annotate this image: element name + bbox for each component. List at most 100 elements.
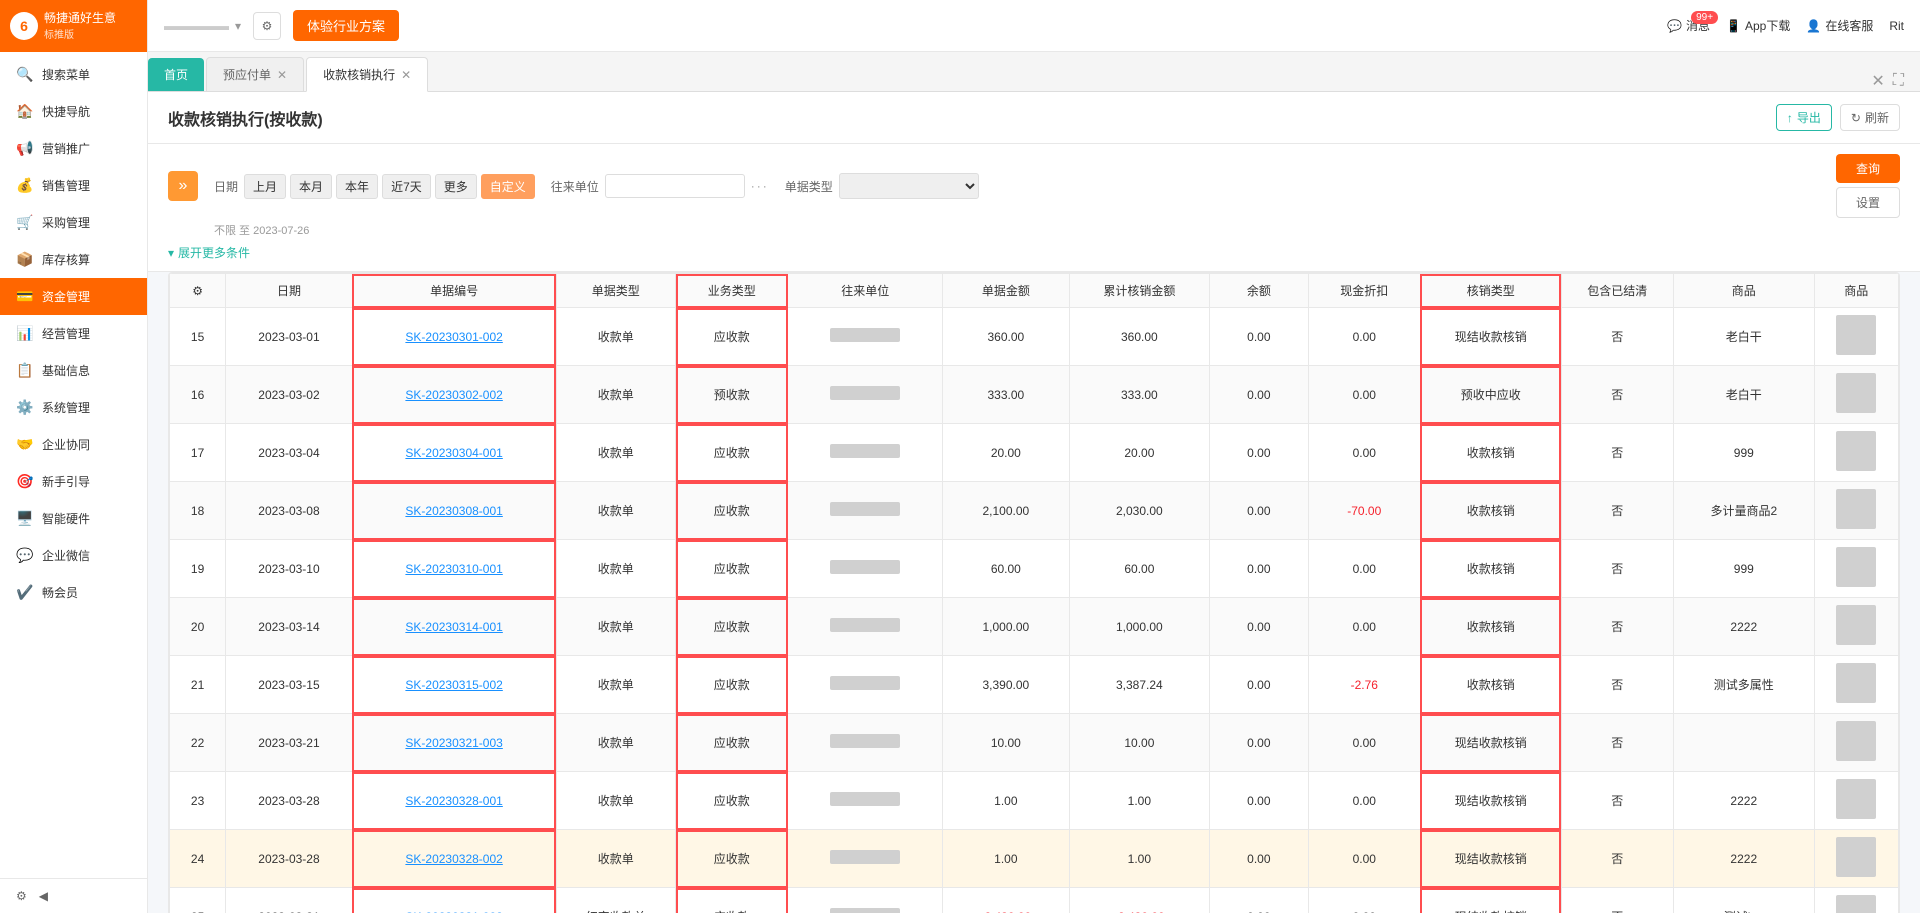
tab-home[interactable]: 首页 xyxy=(148,58,204,91)
sidebar-item-search[interactable]: 🔍 搜索菜单 xyxy=(0,56,147,93)
export-button[interactable]: ↑ 导出 xyxy=(1776,104,1832,131)
filter-settings-button[interactable]: 设置 xyxy=(1836,187,1900,218)
sidebar-item-operation[interactable]: 📊 经营管理 xyxy=(0,315,147,352)
table-row: 19 2023-03-10 SK-20230310-001 收款单 应收款 60… xyxy=(170,540,1899,598)
docno-link[interactable]: SK-20230308-001 xyxy=(405,504,502,518)
tab-prepay-close-icon[interactable]: ✕ xyxy=(277,68,287,82)
td-balance: 0.00 xyxy=(1210,772,1308,830)
sidebar-item-marketing[interactable]: 📢 营销推广 xyxy=(0,130,147,167)
topbar-gear-button[interactable]: ⚙ xyxy=(253,12,281,40)
sidebar-item-finance[interactable]: 💳 资金管理 xyxy=(0,278,147,315)
wechat-icon: 💬 xyxy=(16,547,34,564)
refresh-button[interactable]: ↻ 刷新 xyxy=(1840,104,1900,131)
filter-partner-label: 往来单位 xyxy=(551,178,599,195)
tab-writeoff-close-icon[interactable]: ✕ xyxy=(401,68,411,82)
tab-prepay[interactable]: 预应付单 ✕ xyxy=(206,57,304,91)
sidebar-label-shortcut: 快捷导航 xyxy=(42,103,90,120)
filter-bar: » 日期 上月 本月 本年 近7天 更多 自定义 往来单位 xyxy=(148,144,1920,272)
sidebar-item-system[interactable]: ⚙️ 系统管理 xyxy=(0,389,147,426)
td-goods: 2222 xyxy=(1674,830,1815,888)
filter-date-thisyear[interactable]: 本年 xyxy=(336,174,378,199)
sidebar-item-inventory[interactable]: 📦 库存核算 xyxy=(0,241,147,278)
table-body: 15 2023-03-01 SK-20230301-002 收款单 应收款 36… xyxy=(170,308,1899,913)
td-partner xyxy=(788,540,943,598)
td-balance: 0.00 xyxy=(1210,366,1308,424)
td-amount: 1.00 xyxy=(943,772,1070,830)
docno-link[interactable]: SK-20230302-002 xyxy=(405,388,502,402)
td-partner xyxy=(788,366,943,424)
expand-more-conditions[interactable]: ▾ 展开更多条件 xyxy=(168,244,1900,261)
expand-arrow-icon: » xyxy=(179,177,188,195)
docno-link[interactable]: SK-20230310-001 xyxy=(405,562,502,576)
docno-link[interactable]: SK-20230321-003 xyxy=(405,736,502,750)
tab-prepay-label: 预应付单 xyxy=(223,66,271,83)
topbar-online-service[interactable]: 👤 在线客服 xyxy=(1806,17,1873,34)
td-balance: 0.00 xyxy=(1210,424,1308,482)
query-button[interactable]: 查询 xyxy=(1836,154,1900,183)
td-amount: 10.00 xyxy=(943,714,1070,772)
td-discount: 0.00 xyxy=(1308,366,1420,424)
filter-date-custom[interactable]: 自定义 xyxy=(481,174,535,199)
settings-icon[interactable]: ⚙ xyxy=(16,889,27,903)
inventory-icon: 📦 xyxy=(16,251,34,268)
docno-link[interactable]: SK-20230314-001 xyxy=(405,620,502,634)
topbar-brand-text: ▬▬▬▬▬ xyxy=(164,18,229,33)
docno-link[interactable]: SK-20230301-002 xyxy=(405,330,502,344)
filter-doctype-select[interactable] xyxy=(839,173,979,199)
th-docno: 单据编号 xyxy=(352,274,556,308)
docno-link[interactable]: SK-20230328-001 xyxy=(405,794,502,808)
sidebar-item-enterprise[interactable]: 🤝 企业协同 xyxy=(0,426,147,463)
sidebar-item-sales[interactable]: 💰 销售管理 xyxy=(0,167,147,204)
td-biztype: 应收款 xyxy=(676,888,788,913)
filter-date-thismonth[interactable]: 本月 xyxy=(290,174,332,199)
filter-partner-input[interactable] xyxy=(605,174,745,198)
tab-writeoff[interactable]: 收款核销执行 ✕ xyxy=(306,57,428,92)
sidebar-item-basic[interactable]: 📋 基础信息 xyxy=(0,352,147,389)
topbar-message[interactable]: 💬 消息 99+ xyxy=(1667,17,1710,34)
td-partner xyxy=(788,888,943,913)
td-settled: 否 xyxy=(1561,424,1673,482)
sidebar-logo: 6 畅捷通好生意 标推版 xyxy=(0,0,147,52)
table-row: 22 2023-03-21 SK-20230321-003 收款单 应收款 10… xyxy=(170,714,1899,772)
td-doctype: 收款单 xyxy=(556,308,675,366)
filter-date-more[interactable]: 更多 xyxy=(435,174,477,199)
filter-date-7days[interactable]: 近7天 xyxy=(382,174,431,199)
collapse-icon[interactable]: ◀ xyxy=(39,889,48,903)
docno-link[interactable]: SK-20230328-002 xyxy=(405,852,502,866)
app-label: App下载 xyxy=(1745,17,1790,34)
docno-link[interactable]: SK-20230304-001 xyxy=(405,446,502,460)
tab-bar-close-icon[interactable]: ✕ xyxy=(1871,71,1884,91)
sidebar-item-guide[interactable]: 🎯 新手引导 xyxy=(0,463,147,500)
export-icon: ↑ xyxy=(1787,111,1793,125)
filter-expand-toggle[interactable]: » xyxy=(168,171,198,201)
td-thumb xyxy=(1814,598,1898,656)
table-area: ⚙ 日期 单据编号 单据类型 业务类型 往来单位 单据金额 累计核销金额 余额 … xyxy=(148,272,1920,913)
filter-date-lastmonth[interactable]: 上月 xyxy=(244,174,286,199)
td-docno: SK-20230310-001 xyxy=(352,540,556,598)
docno-link[interactable]: SK-20230331-002 xyxy=(405,910,502,913)
td-cumwrite: 10.00 xyxy=(1069,714,1210,772)
docno-link[interactable]: SK-20230315-002 xyxy=(405,678,502,692)
sidebar-item-hardware[interactable]: 🖥️ 智能硬件 xyxy=(0,500,147,537)
td-seq: 18 xyxy=(170,482,226,540)
td-partner xyxy=(788,772,943,830)
td-discount: 0.00 xyxy=(1308,598,1420,656)
sidebar-item-shortcut[interactable]: 🏠 快捷导航 xyxy=(0,93,147,130)
td-amount: 1,000.00 xyxy=(943,598,1070,656)
td-settled: 否 xyxy=(1561,714,1673,772)
sidebar-item-member[interactable]: ✔️ 畅会员 xyxy=(0,574,147,611)
sidebar-item-wechat[interactable]: 💬 企业微信 xyxy=(0,537,147,574)
topbar-brand: ▬▬▬▬▬ ▾ xyxy=(164,18,241,33)
topbar-app-download[interactable]: 📱 App下载 xyxy=(1726,17,1790,34)
th-date: 日期 xyxy=(226,274,353,308)
topbar-user[interactable]: Rit xyxy=(1889,19,1904,33)
expand-more-label: 展开更多条件 xyxy=(178,244,250,261)
td-settled: 否 xyxy=(1561,540,1673,598)
solution-button[interactable]: 体验行业方案 xyxy=(293,10,399,41)
td-balance: 0.00 xyxy=(1210,308,1308,366)
tab-bar-expand-icon[interactable]: ⛶ xyxy=(1893,72,1904,90)
sidebar-item-purchase[interactable]: 🛒 采购管理 xyxy=(0,204,147,241)
td-discount: 0.00 xyxy=(1308,540,1420,598)
tab-bar: 首页 预应付单 ✕ 收款核销执行 ✕ ✕ ⛶ xyxy=(148,52,1920,92)
td-discount: 0.00 xyxy=(1308,714,1420,772)
